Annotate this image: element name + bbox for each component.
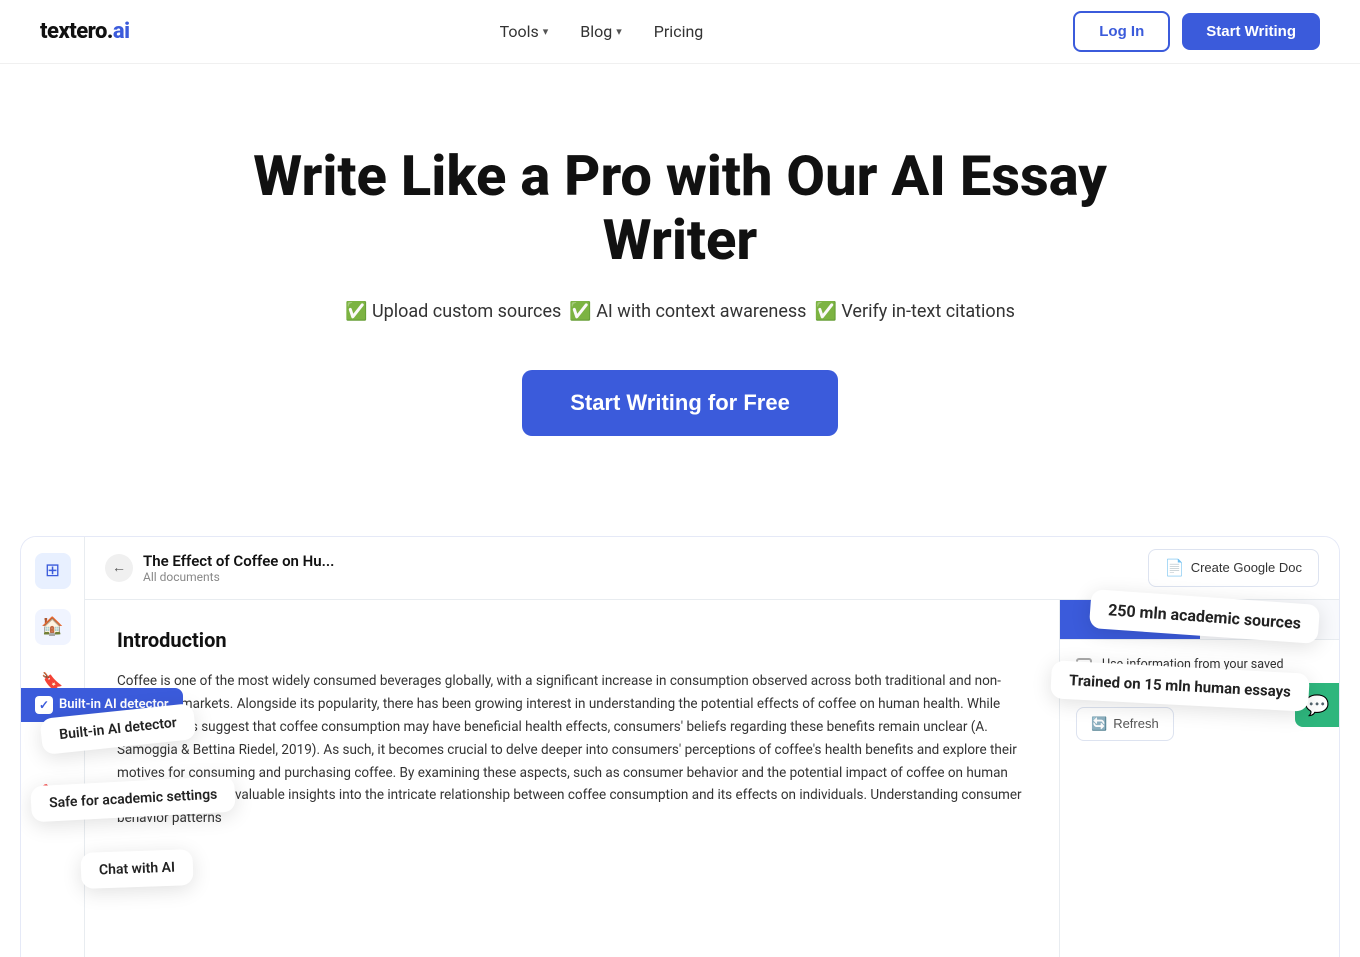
- doc-title: The Effect of Coffee on Hu...: [143, 552, 334, 570]
- back-button[interactable]: ←: [105, 554, 133, 582]
- hero-features: ✅ Upload custom sources ✅ AI with contex…: [40, 301, 1320, 322]
- refresh-icon: 🔄: [1091, 716, 1107, 732]
- check-icon: ✓: [35, 696, 53, 714]
- nav-links: Tools ▾ Blog ▾ Pricing: [500, 22, 704, 41]
- app-preview: ✓ Built-in AI detector 💬 ⊞ 🏠 🔖 🔍 ✏️ ← Th…: [20, 536, 1340, 957]
- refresh-button[interactable]: 🔄 Refresh: [1076, 707, 1174, 741]
- start-writing-nav-button[interactable]: Start Writing: [1182, 13, 1320, 50]
- ai-panel: ❓ Ask AI 📚 Sources Use information from …: [1059, 600, 1339, 957]
- feature-2: ✅ AI with context awareness: [569, 301, 806, 322]
- login-button[interactable]: Log In: [1073, 11, 1170, 52]
- create-google-doc-button[interactable]: 📄 Create Google Doc: [1148, 549, 1319, 587]
- breadcrumb: ← The Effect of Coffee on Hu... All docu…: [105, 552, 334, 584]
- feature-3: ✅ Verify in-text citations: [814, 301, 1014, 322]
- google-doc-icon: 📄: [1165, 558, 1185, 578]
- logo-ai: ai: [113, 19, 130, 44]
- essay-area[interactable]: Introduction Coffee is one of the most w…: [85, 600, 1059, 957]
- sidebar-home-icon[interactable]: 🏠: [35, 609, 71, 645]
- logo[interactable]: textero.ai: [40, 19, 130, 44]
- essay-heading: Introduction: [117, 624, 1027, 656]
- nav-pricing[interactable]: Pricing: [654, 22, 704, 41]
- navbar: textero.ai Tools ▾ Blog ▾ Pricing Log In…: [0, 0, 1360, 64]
- doc-breadcrumb: All documents: [143, 570, 334, 584]
- blog-chevron-icon: ▾: [616, 25, 622, 38]
- hero-title: Write Like a Pro with Our AI Essay Write…: [230, 144, 1130, 273]
- tools-chevron-icon: ▾: [543, 25, 549, 38]
- preview-topbar: ← The Effect of Coffee on Hu... All docu…: [85, 537, 1339, 600]
- hero-section: Write Like a Pro with Our AI Essay Write…: [0, 64, 1360, 496]
- nav-tools[interactable]: Tools ▾: [500, 22, 549, 41]
- sidebar-logo-icon: ⊞: [35, 553, 71, 589]
- badge-chat-ai: Chat with AI: [80, 849, 193, 889]
- doc-title-area: The Effect of Coffee on Hu... All docume…: [143, 552, 334, 584]
- nav-blog[interactable]: Blog ▾: [580, 22, 622, 41]
- nav-actions: Log In Start Writing: [1073, 11, 1320, 52]
- preview-content: Introduction Coffee is one of the most w…: [85, 600, 1339, 957]
- essay-body: Coffee is one of the most widely consume…: [117, 670, 1027, 831]
- logo-text: textero.ai: [40, 19, 130, 44]
- start-writing-cta-button[interactable]: Start Writing for Free: [522, 370, 838, 436]
- feature-1: ✅ Upload custom sources: [345, 301, 561, 322]
